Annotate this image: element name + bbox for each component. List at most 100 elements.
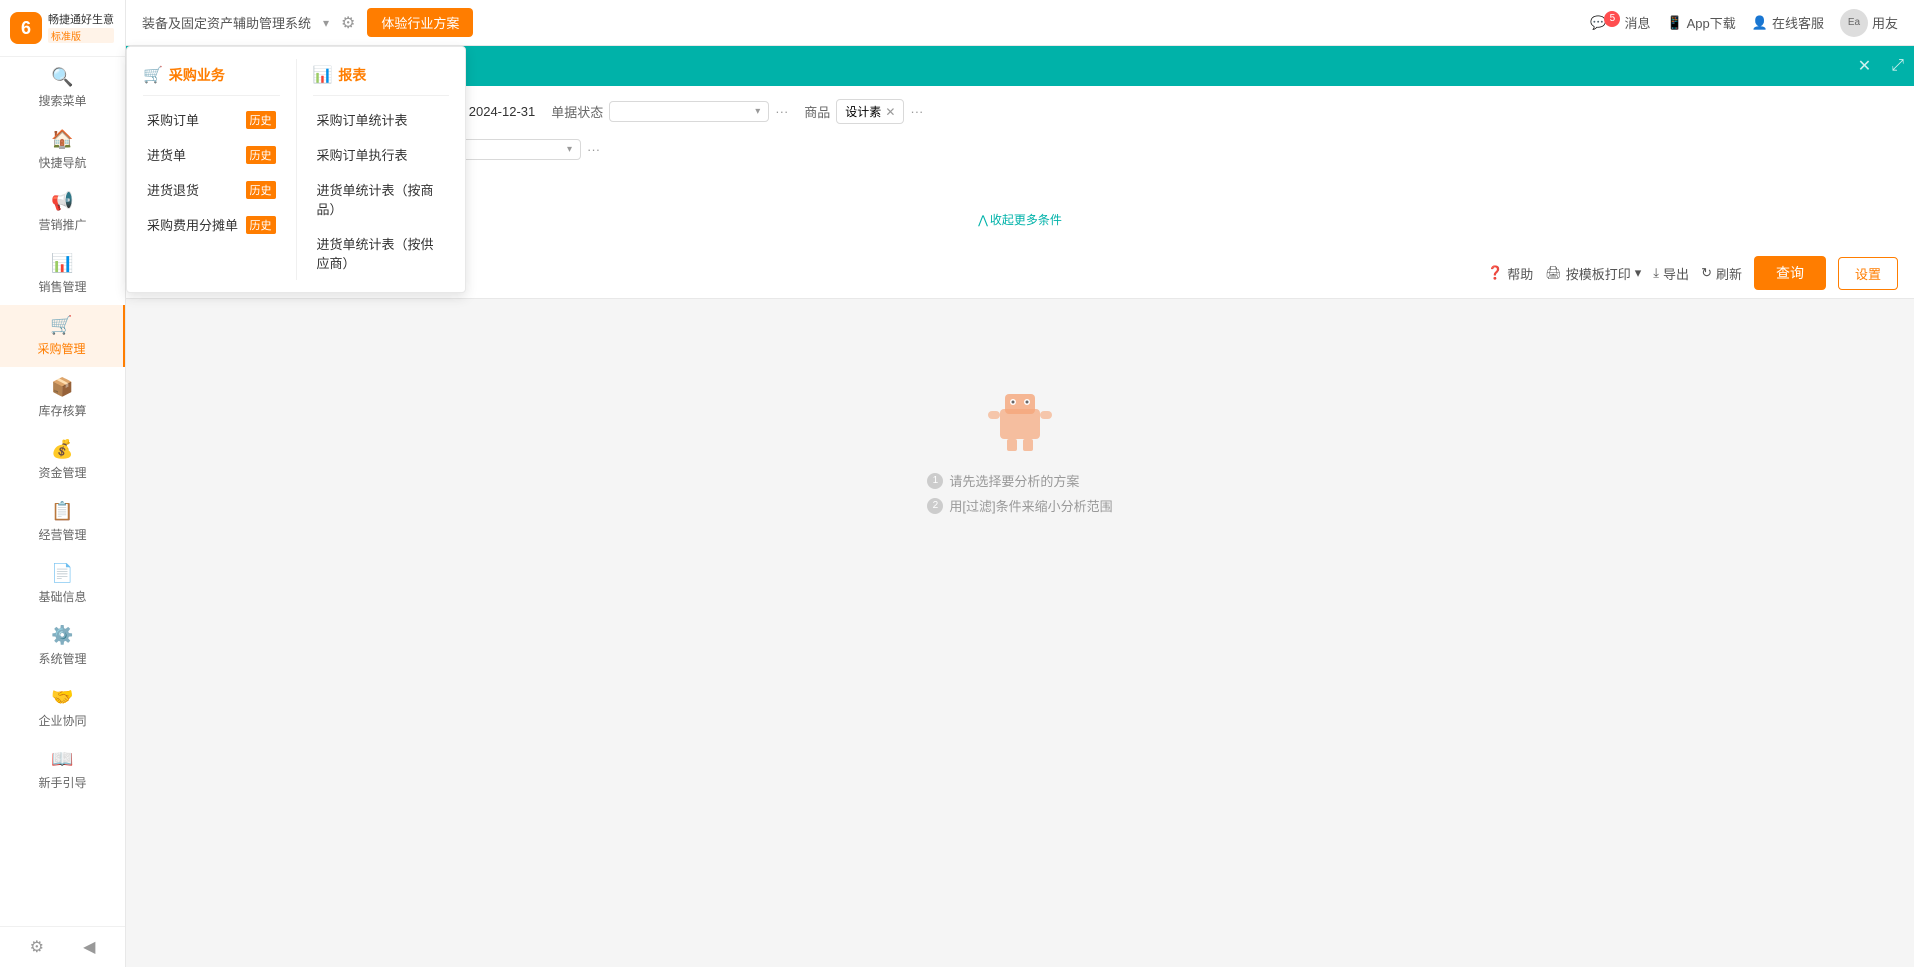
chart-icon: 📊 <box>51 253 73 274</box>
return-badge: 历史 <box>246 181 276 199</box>
order-status-more-icon[interactable]: ··· <box>775 104 788 119</box>
main-content: 装备及固定资产辅助管理系统 ▾ ⚙ 体验行业方案 💬 5 消息 📱 App下载 … <box>126 0 1914 967</box>
sidebar-menu: 🔍 搜索菜单 🏠 快捷导航 📢 营销推广 📊 销售管理 🛒 采购管理 📦 <box>0 57 125 926</box>
topbar-dropdown-arrow[interactable]: ▾ <box>323 16 329 30</box>
sidebar-item-inventory[interactable]: 📦 库存核算 <box>0 367 125 429</box>
print-btn[interactable]: 🖨 按模板打印 ▾ <box>1545 264 1641 283</box>
salesperson-more-icon[interactable]: ··· <box>587 142 600 157</box>
sidebar-item-quick-nav[interactable]: 🏠 快捷导航 <box>0 119 125 181</box>
box-icon: 📦 <box>51 377 73 398</box>
help-btn[interactable]: ❓ 帮助 <box>1487 264 1533 283</box>
collapse-btn[interactable]: ⋀ 收起更多条件 <box>978 211 1062 228</box>
gear-icon: ⚙️ <box>51 625 73 646</box>
purchase-col: 🛒 采购业务 采购订单 历史 进货单 历史 进货退货 历史 <box>127 59 296 280</box>
sidebar-bottom: ⚙ ◀ <box>0 926 125 967</box>
menu-item-inbound-stat-supplier[interactable]: 进货单统计表（按供应商） <box>313 226 450 280</box>
goods-tag: 设计素 ✕ <box>836 99 904 124</box>
money-icon: 💰 <box>51 439 73 460</box>
sidebar-item-finance[interactable]: 💰 资金管理 <box>0 429 125 491</box>
sidebar-item-sales[interactable]: 📊 销售管理 <box>0 243 125 305</box>
report-col-icon: 📊 <box>313 65 333 85</box>
salesperson-arrow-icon: ▾ <box>567 144 572 155</box>
menu-item-purchase-order-exec[interactable]: 采购订单执行表 <box>313 137 450 172</box>
sidebar-item-collab[interactable]: 🤝 企业协同 <box>0 677 125 739</box>
goods-filter: 商品 设计素 ✕ ··· <box>804 99 923 124</box>
book-icon: 📖 <box>51 749 73 770</box>
sidebar-item-basic[interactable]: 📄 基础信息 <box>0 553 125 615</box>
dropdown-cols: 🛒 采购业务 采购订单 历史 进货单 历史 进货退货 历史 <box>127 59 465 280</box>
order-status-label: 单据状态 <box>551 102 603 121</box>
sidebar-collapse-btn[interactable]: ◀ <box>83 937 95 957</box>
menu-item-purchase-order[interactable]: 采购订单 历史 <box>143 102 280 137</box>
topbar-right: 💬 5 消息 📱 App下载 👤 在线客服 Ea 用友 <box>1590 9 1898 37</box>
topbar-settings-icon[interactable]: ⚙ <box>341 13 355 33</box>
report-col: 📊 报表 采购订单统计表 采购订单执行表 进货单统计表（按商品） 进货单统计表（… <box>296 59 466 280</box>
handshake-icon: 🤝 <box>51 687 73 708</box>
sidebar-item-system[interactable]: ⚙️ 系统管理 <box>0 615 125 677</box>
phone-icon: 📱 <box>1666 15 1682 31</box>
empty-hint-1: 1 请先选择要分析的方案 <box>927 471 1079 490</box>
empty-state: 1 请先选择要分析的方案 2 用[过滤]条件来缩小分析范围 <box>126 299 1914 595</box>
home-icon: 🏠 <box>51 129 73 150</box>
goods-tag-close-icon[interactable]: ✕ <box>885 105 895 119</box>
order-status-arrow-icon: ▾ <box>755 106 760 117</box>
purchase-order-badge: 历史 <box>246 111 276 129</box>
report-col-header: 📊 报表 <box>313 59 450 96</box>
export-icon: ⤓ <box>1653 265 1659 281</box>
order-status-filter: 单据状态 ▾ ··· <box>551 101 788 122</box>
refresh-icon: ↻ <box>1701 265 1712 281</box>
cart-icon: 🛒 <box>50 315 72 336</box>
sidebar-item-purchase[interactable]: 🛒 采购管理 <box>0 305 125 367</box>
goods-label: 商品 <box>804 102 830 121</box>
sidebar-logo: 6 畅捷通好生意 标准版 <box>0 0 125 57</box>
sidebar-item-marketing[interactable]: 📢 营销推广 <box>0 181 125 243</box>
purchase-col-icon: 🛒 <box>143 65 163 85</box>
purchase-col-header: 🛒 采购业务 <box>143 59 280 96</box>
empty-state-text: 1 请先选择要分析的方案 2 用[过滤]条件来缩小分析范围 <box>927 471 1112 515</box>
megaphone-icon: 📢 <box>51 191 73 212</box>
logo-text: 畅捷通好生意 标准版 <box>48 13 114 43</box>
sidebar-item-guide[interactable]: 📖 新手引导 <box>0 739 125 801</box>
topbar: 装备及固定资产辅助管理系统 ▾ ⚙ 体验行业方案 💬 5 消息 📱 App下载 … <box>126 0 1914 46</box>
date-range-value: 2024-12-31 <box>469 104 536 119</box>
sidebar-item-operation[interactable]: 📋 经营管理 <box>0 491 125 553</box>
menu-item-return[interactable]: 进货退货 历史 <box>143 172 280 207</box>
solution-button[interactable]: 体验行业方案 <box>367 8 473 37</box>
topbar-title: 装备及固定资产辅助管理系统 <box>142 13 311 32</box>
purchase-dropdown-menu: 🛒 采购业务 采购订单 历史 进货单 历史 进货退货 历史 <box>126 46 466 293</box>
sidebar-item-search[interactable]: 🔍 搜索菜单 <box>0 57 125 119</box>
empty-hint-2: 2 用[过滤]条件来缩小分析范围 <box>927 496 1112 515</box>
empty-illustration-svg <box>980 379 1060 459</box>
print-arrow-icon: ▾ <box>1635 265 1642 281</box>
online-service-btn[interactable]: 👤 在线客服 <box>1752 13 1824 32</box>
sidebar-settings-btn[interactable]: ⚙ <box>30 937 44 957</box>
logo-icon: 6 <box>10 12 42 44</box>
setting-button[interactable]: 设置 <box>1838 257 1898 290</box>
avatar: Ea <box>1840 9 1868 37</box>
goods-more-icon[interactable]: ··· <box>910 104 923 119</box>
help-icon: ❓ <box>1487 265 1503 281</box>
menu-item-inbound-stat-goods[interactable]: 进货单统计表（按商品） <box>313 172 450 226</box>
cost-spread-badge: 历史 <box>246 216 276 234</box>
query-button[interactable]: 查询 <box>1754 256 1826 290</box>
menu-item-inbound[interactable]: 进货单 历史 <box>143 137 280 172</box>
tab-close-all-btn[interactable]: ✕ <box>1848 56 1881 76</box>
sidebar: 6 畅捷通好生意 标准版 🔍 搜索菜单 🏠 快捷导航 📢 营销推广 📊 <box>0 0 126 967</box>
menu-item-cost-spread[interactable]: 采购费用分摊单 历史 <box>143 207 280 242</box>
search-icon: 🔍 <box>51 67 73 88</box>
message-btn[interactable]: 💬 5 消息 <box>1590 13 1650 32</box>
menu-item-purchase-order-stat[interactable]: 采购订单统计表 <box>313 102 450 137</box>
tab-expand-btn[interactable]: ⤢ <box>1881 57 1914 75</box>
empty-state-illustration <box>980 379 1060 459</box>
service-icon: 👤 <box>1752 15 1768 31</box>
app-download-btn[interactable]: 📱 App下载 <box>1666 13 1735 32</box>
message-badge: 5 <box>1604 11 1620 27</box>
refresh-btn[interactable]: ↻ 刷新 <box>1701 264 1742 283</box>
inbound-badge: 历史 <box>246 146 276 164</box>
order-status-select[interactable]: ▾ <box>609 101 769 122</box>
collapse-up-icon: ⋀ <box>978 213 988 227</box>
user-btn[interactable]: Ea 用友 <box>1840 9 1898 37</box>
doc-icon: 📄 <box>51 563 73 584</box>
clipboard-icon: 📋 <box>51 501 73 522</box>
export-btn[interactable]: ⤓ 导出 <box>1653 264 1689 283</box>
